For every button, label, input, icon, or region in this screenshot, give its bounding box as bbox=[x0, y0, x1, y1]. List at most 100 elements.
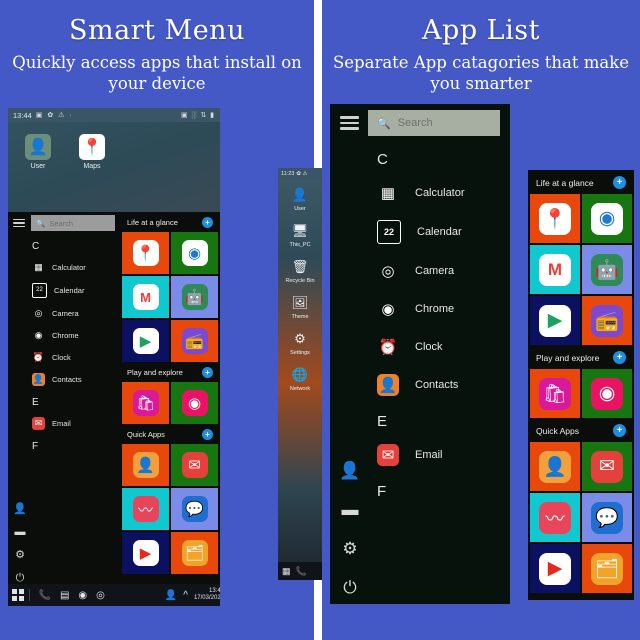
app-list: ▦ Calculator 22 Calendar ◎ Camera ◉ Chro… bbox=[8, 256, 120, 390]
page-subtitle: Quickly access apps that install on your… bbox=[0, 52, 314, 94]
youtube-tile[interactable]: ▶ bbox=[530, 544, 580, 593]
list-item[interactable]: 👤 Contacts bbox=[330, 366, 510, 404]
youtube-icon: ▶ bbox=[132, 540, 159, 566]
play-store-tile[interactable]: ▶ bbox=[530, 296, 580, 345]
contacts-tile[interactable]: 👤 bbox=[530, 442, 580, 491]
add-group-button[interactable]: + bbox=[613, 424, 626, 437]
list-item[interactable]: ◉ Chrome bbox=[330, 290, 510, 328]
tile-group-title: Quick Apps bbox=[127, 430, 165, 439]
email-tile[interactable]: ✉ bbox=[171, 444, 218, 486]
power-icon[interactable]: ⏻ bbox=[16, 573, 25, 584]
desktop-icon-maps[interactable]: 📍 Maps bbox=[72, 134, 112, 170]
add-group-button[interactable]: + bbox=[613, 176, 626, 189]
camera-icon[interactable]: ◎ bbox=[96, 590, 105, 601]
calendar-icon: 22 bbox=[377, 220, 401, 244]
list-item[interactable]: ⏰ Clock bbox=[330, 328, 510, 366]
phone-icon[interactable]: 📞 bbox=[39, 590, 51, 601]
play-store-tile[interactable]: ▶ bbox=[122, 320, 169, 362]
user-icon[interactable]: 👤 bbox=[13, 504, 27, 515]
desktop-icon-network[interactable]: 🌐 Network bbox=[278, 365, 322, 392]
desktop-icon-this-pc[interactable]: 🖥 This_PC bbox=[278, 221, 322, 248]
folder-icon[interactable]: ▬ bbox=[342, 501, 359, 518]
files-icon: 🗂 bbox=[181, 540, 208, 566]
add-group-button[interactable]: + bbox=[202, 429, 213, 440]
search-input[interactable]: 🔍 Search bbox=[31, 215, 115, 231]
list-item[interactable]: ▦ Calculator bbox=[8, 256, 120, 278]
chrome-tile[interactable]: ◉ bbox=[171, 232, 218, 274]
desktop-icon-user[interactable]: 👤 User bbox=[278, 185, 322, 212]
power-icon[interactable]: ⏻ bbox=[343, 579, 356, 596]
user-icon[interactable]: 👤 bbox=[339, 462, 360, 479]
app-label: Email bbox=[415, 449, 443, 461]
user-icon[interactable]: 👤 bbox=[165, 590, 177, 601]
list-item[interactable]: 👤 Contacts bbox=[8, 368, 120, 390]
shopping-tile[interactable]: 🛍 bbox=[530, 369, 580, 418]
desktop-icon-theme[interactable]: 🖼 Theme bbox=[278, 293, 322, 320]
contacts-tile[interactable]: 👤 bbox=[122, 444, 169, 486]
gmail-tile[interactable]: M bbox=[122, 276, 169, 318]
status-right-icons: ▣ ░ ⇅ ▮ bbox=[180, 112, 215, 119]
tile-group-header: Quick Apps + bbox=[528, 418, 634, 442]
tile-grid: 🛍 ◉ bbox=[120, 382, 220, 424]
list-item[interactable]: 22 Calendar bbox=[330, 212, 510, 252]
settings-gear-icon[interactable]: ⚙ bbox=[342, 540, 357, 557]
app-label: Calculator bbox=[52, 262, 86, 272]
radio-tile[interactable]: 📻 bbox=[171, 320, 218, 362]
chrome-icon[interactable]: ◉ bbox=[78, 590, 87, 601]
tile-group-header: Life at a glance + bbox=[120, 212, 220, 232]
tile-group-title: Quick Apps bbox=[536, 425, 579, 436]
desktop-icon-label: Network bbox=[289, 386, 311, 392]
taskbar-clock[interactable]: 13:44 17/03/2021 bbox=[194, 588, 220, 603]
android-tile[interactable]: 🤖 bbox=[171, 276, 218, 318]
add-group-button[interactable]: + bbox=[202, 217, 213, 228]
app-label: Contacts bbox=[52, 374, 82, 384]
chevron-up-icon[interactable]: ^ bbox=[183, 590, 188, 601]
android-tile[interactable]: 🤖 bbox=[582, 245, 632, 294]
add-group-button[interactable]: + bbox=[202, 367, 213, 378]
email-tile[interactable]: ✉ bbox=[582, 442, 632, 491]
desktop-icon-user[interactable]: 👤 User bbox=[18, 134, 58, 170]
gmail-tile[interactable]: M bbox=[530, 245, 580, 294]
folder-icon[interactable]: ▬ bbox=[15, 527, 26, 538]
messages-tile[interactable]: 💬 bbox=[171, 488, 218, 530]
shopping-tile[interactable]: 🛍 bbox=[122, 382, 169, 424]
list-item[interactable]: ◉ Chrome bbox=[8, 324, 120, 346]
desktop-icon-recycle-bin[interactable]: 🗑 Recycle Bin bbox=[278, 257, 322, 284]
recorder-tile[interactable]: 〰 bbox=[122, 488, 169, 530]
list-item[interactable]: ◎ Camera bbox=[330, 252, 510, 290]
phone-screenshot-left: 13:44 ▣ ✿ ⚠ · ▣ ░ ⇅ ▮ 👤 User 📍 Maps 🔍 Se… bbox=[8, 108, 220, 606]
desktop-icon-settings[interactable]: ⚙ Settings bbox=[278, 329, 322, 356]
messages-tile[interactable]: 💬 bbox=[582, 493, 632, 542]
chrome-tile[interactable]: ◉ bbox=[582, 194, 632, 243]
files-tile[interactable]: 🗂 bbox=[171, 532, 218, 574]
app-label: Email bbox=[52, 418, 71, 428]
maps-tile[interactable]: 📍 bbox=[122, 232, 169, 274]
start-menu-app-column: 🔍 Search C ▦ Calculator 22 Calendar ◎ Ca… bbox=[8, 212, 120, 592]
recorder-tile[interactable]: 〰 bbox=[530, 493, 580, 542]
list-item[interactable]: ▦ Calculator bbox=[330, 174, 510, 212]
search-input[interactable]: 🔍 Search bbox=[368, 110, 500, 136]
list-item[interactable]: ✉ Email bbox=[8, 412, 120, 434]
page-subtitle: Separate App catagories that make you sm… bbox=[322, 52, 640, 94]
clock-icon: ⏰ bbox=[378, 339, 398, 356]
messages-icon[interactable]: ▤ bbox=[60, 590, 69, 601]
maps-tile[interactable]: 📍 bbox=[530, 194, 580, 243]
list-item[interactable]: ⏰ Clock bbox=[8, 346, 120, 368]
start-grid-icon[interactable] bbox=[12, 589, 30, 601]
desktop-icon-label: User bbox=[294, 206, 306, 212]
camera-tile[interactable]: ◉ bbox=[582, 369, 632, 418]
android-icon: 🤖 bbox=[591, 253, 623, 286]
add-group-button[interactable]: + bbox=[613, 351, 626, 364]
phone-icon[interactable]: 📞 bbox=[296, 566, 307, 577]
youtube-tile[interactable]: ▶ bbox=[122, 532, 169, 574]
hamburger-menu-icon[interactable] bbox=[13, 218, 25, 228]
files-tile[interactable]: 🗂 bbox=[582, 544, 632, 593]
list-item[interactable]: 22 Calendar bbox=[8, 278, 120, 302]
radio-tile[interactable]: 📻 bbox=[582, 296, 632, 345]
list-item[interactable]: ◎ Camera bbox=[8, 302, 120, 324]
hamburger-menu-icon[interactable] bbox=[340, 116, 359, 130]
start-grid-icon[interactable]: ▦ bbox=[282, 566, 291, 577]
panel-smart-menu: Smart Menu Quickly access apps that inst… bbox=[0, 0, 314, 640]
settings-gear-icon[interactable]: ⚙ bbox=[15, 550, 25, 561]
camera-tile[interactable]: ◉ bbox=[171, 382, 218, 424]
